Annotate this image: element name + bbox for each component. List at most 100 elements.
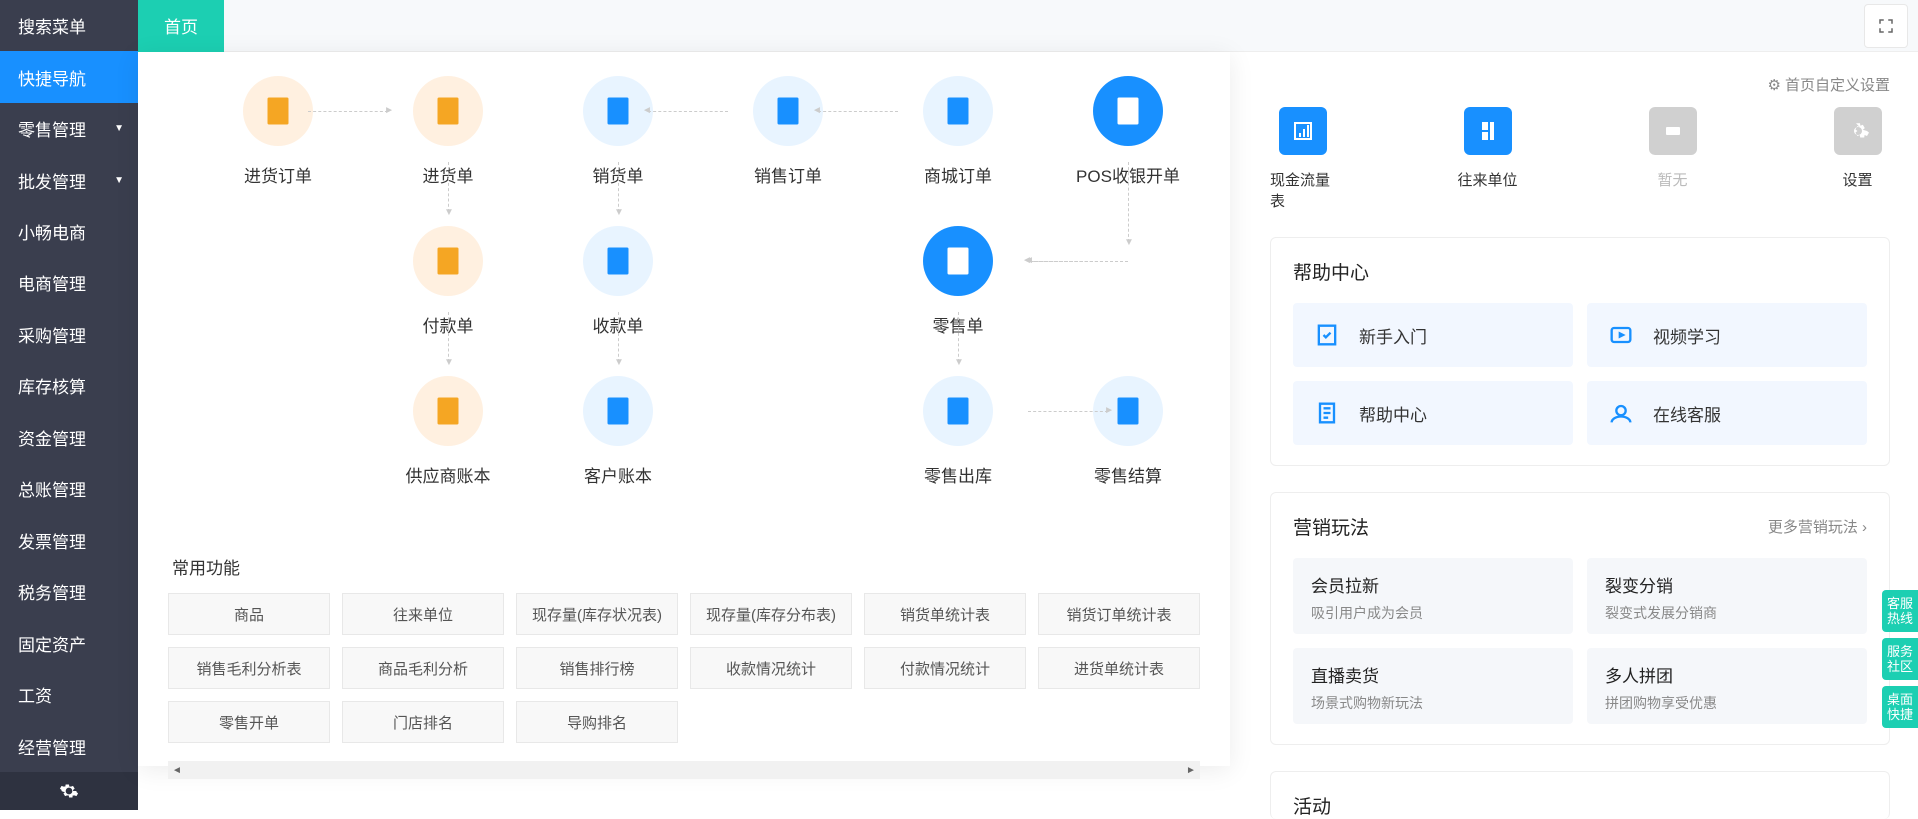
sidebar-item[interactable]: 资金管理 [0,412,138,463]
flow-arrow [1128,162,1130,242]
marketing-more-link[interactable]: 更多营销玩法 › [1768,516,1867,537]
help-item[interactable]: 新手入门 [1293,303,1573,367]
common-function-button[interactable]: 销售毛利分析表 [168,647,330,689]
help-icon [1605,397,1637,429]
flow-icon [923,226,993,296]
flow-node-xsdd[interactable]: 销售订单 [708,76,868,187]
fullscreen-button[interactable] [1864,4,1908,48]
settings-gear-icon[interactable] [0,772,138,810]
sidebar-item[interactable]: 工资 [0,669,138,720]
help-icon [1605,319,1637,351]
common-function-button[interactable]: 销货单统计表 [864,593,1026,635]
common-function-button[interactable]: 销售排行榜 [516,647,678,689]
tile-icon [1834,107,1882,155]
scroll-right-icon[interactable]: ► [1182,761,1200,779]
help-card: 帮助中心 新手入门视频学习帮助中心在线客服 [1270,237,1890,466]
dashboard-tile[interactable]: 设置 [1825,107,1890,211]
sidebar-item[interactable]: 小畅电商 [0,206,138,257]
common-function-button[interactable]: 商品毛利分析 [342,647,504,689]
dashboard-tile[interactable]: 往来单位 [1455,107,1520,211]
flow-arrow [448,162,450,212]
common-function-button[interactable]: 进货单统计表 [1038,647,1200,689]
custom-dashboard-link[interactable]: ⚙首页自定义设置 [1270,74,1890,95]
flow-node-khzb[interactable]: 客户账本 [538,376,698,487]
flow-icon [413,376,483,446]
tile-icon [1649,107,1697,155]
help-item[interactable]: 帮助中心 [1293,381,1573,445]
flow-arrow [308,111,388,113]
side-pill[interactable]: 桌面快捷 [1882,686,1918,728]
sidebar-item[interactable]: 税务管理 [0,566,138,617]
common-functions-title: 常用功能 [172,554,1200,579]
flow-icon [413,226,483,296]
sidebar-item[interactable]: 批发管理▼ [0,154,138,205]
common-function-button[interactable]: 导购排名 [516,701,678,743]
help-item[interactable]: 视频学习 [1587,303,1867,367]
tile-icon [1279,107,1327,155]
common-function-button[interactable]: 付款情况统计 [864,647,1026,689]
h-scrollbar[interactable]: ◄ ► [168,761,1200,779]
flow-node-jhdd[interactable]: 进货订单 [198,76,358,187]
flow-icon [923,76,993,146]
sidebar-item[interactable]: 总账管理 [0,463,138,514]
sidebar-item[interactable]: 快捷导航 [0,51,138,102]
marketing-item[interactable]: 直播卖货场景式购物新玩法 [1293,648,1573,724]
flow-arrow [448,312,450,362]
flow-node-lsck[interactable]: 零售出库 [878,376,1038,487]
sidebar-item[interactable]: 库存核算 [0,360,138,411]
help-card-title: 帮助中心 [1293,258,1369,285]
flow-arrow [618,162,620,212]
flow-arrow [1028,411,1108,413]
flow-icon [243,76,313,146]
common-function-button[interactable]: 现存量(库存分布表) [690,593,852,635]
marketing-card-title: 营销玩法 [1293,513,1369,540]
flow-node-lsjs[interactable]: 零售结算 [1048,376,1208,487]
flow-icon [583,226,653,296]
dashboard-tile[interactable]: 暂无 [1640,107,1705,211]
dashboard-tiles: 现金流量表 往来单位 暂无 设置 [1270,107,1890,211]
tile-icon [1464,107,1512,155]
dashboard-tile[interactable]: 现金流量表 [1270,107,1335,211]
flow-diagram: 进货订单进货单销货单销售订单商城订单POS收银开单付款单收款单零售单供应商账本客… [168,76,1200,536]
help-icon [1311,397,1343,429]
marketing-item[interactable]: 会员拉新吸引用户成为会员 [1293,558,1573,634]
flow-icon [413,76,483,146]
sidebar-item[interactable]: 零售管理▼ [0,103,138,154]
flow-arrow [618,312,620,362]
flow-node-scdd[interactable]: 商城订单 [878,76,1038,187]
sidebar-item[interactable]: 电商管理 [0,257,138,308]
flow-icon [1093,76,1163,146]
common-function-button[interactable]: 商品 [168,593,330,635]
marketing-item[interactable]: 多人拼团拼团购物享受优惠 [1587,648,1867,724]
common-function-button[interactable]: 门店排名 [342,701,504,743]
quick-nav-panel: 进货订单进货单销货单销售订单商城订单POS收银开单付款单收款单零售单供应商账本客… [138,52,1230,766]
side-pill[interactable]: 客服热线 [1882,590,1918,632]
sidebar-item[interactable]: 采购管理 [0,309,138,360]
flow-arrow [1030,261,1128,263]
sidebar-item[interactable]: 搜索菜单 [0,0,138,51]
common-function-button[interactable]: 零售开单 [168,701,330,743]
common-function-button[interactable]: 收款情况统计 [690,647,852,689]
side-pill[interactable]: 服务社区 [1882,638,1918,680]
help-grid: 新手入门视频学习帮助中心在线客服 [1293,303,1867,445]
tab-home[interactable]: 首页 [138,0,224,52]
flow-arrow [958,312,960,362]
common-function-button[interactable]: 往来单位 [342,593,504,635]
flow-node-gys[interactable]: 供应商账本 [368,376,528,487]
marketing-item[interactable]: 裂变分销裂变式发展分销商 [1587,558,1867,634]
flow-icon [923,376,993,446]
common-function-button[interactable]: 销货订单统计表 [1038,593,1200,635]
sidebar: 搜索菜单快捷导航零售管理▼批发管理▼小畅电商电商管理采购管理库存核算资金管理总账… [0,0,138,810]
common-function-button[interactable]: 现存量(库存状况表) [516,593,678,635]
sidebar-item[interactable]: 固定资产 [0,617,138,668]
activity-card-title: 活动 [1293,792,1331,819]
common-functions-grid: 商品往来单位现存量(库存状况表) 现存量(库存分布表) 销货单统计表销货订单统计表销… [168,593,1200,743]
sidebar-item[interactable]: 发票管理 [0,515,138,566]
activity-card: 活动 [1270,771,1890,819]
side-pills: 客服热线服务社区桌面快捷 [1882,590,1918,728]
sidebar-item[interactable]: 经营管理 [0,720,138,771]
scroll-left-icon[interactable]: ◄ [168,761,186,779]
help-item[interactable]: 在线客服 [1587,381,1867,445]
flow-arrow [818,111,898,113]
flow-icon [583,376,653,446]
